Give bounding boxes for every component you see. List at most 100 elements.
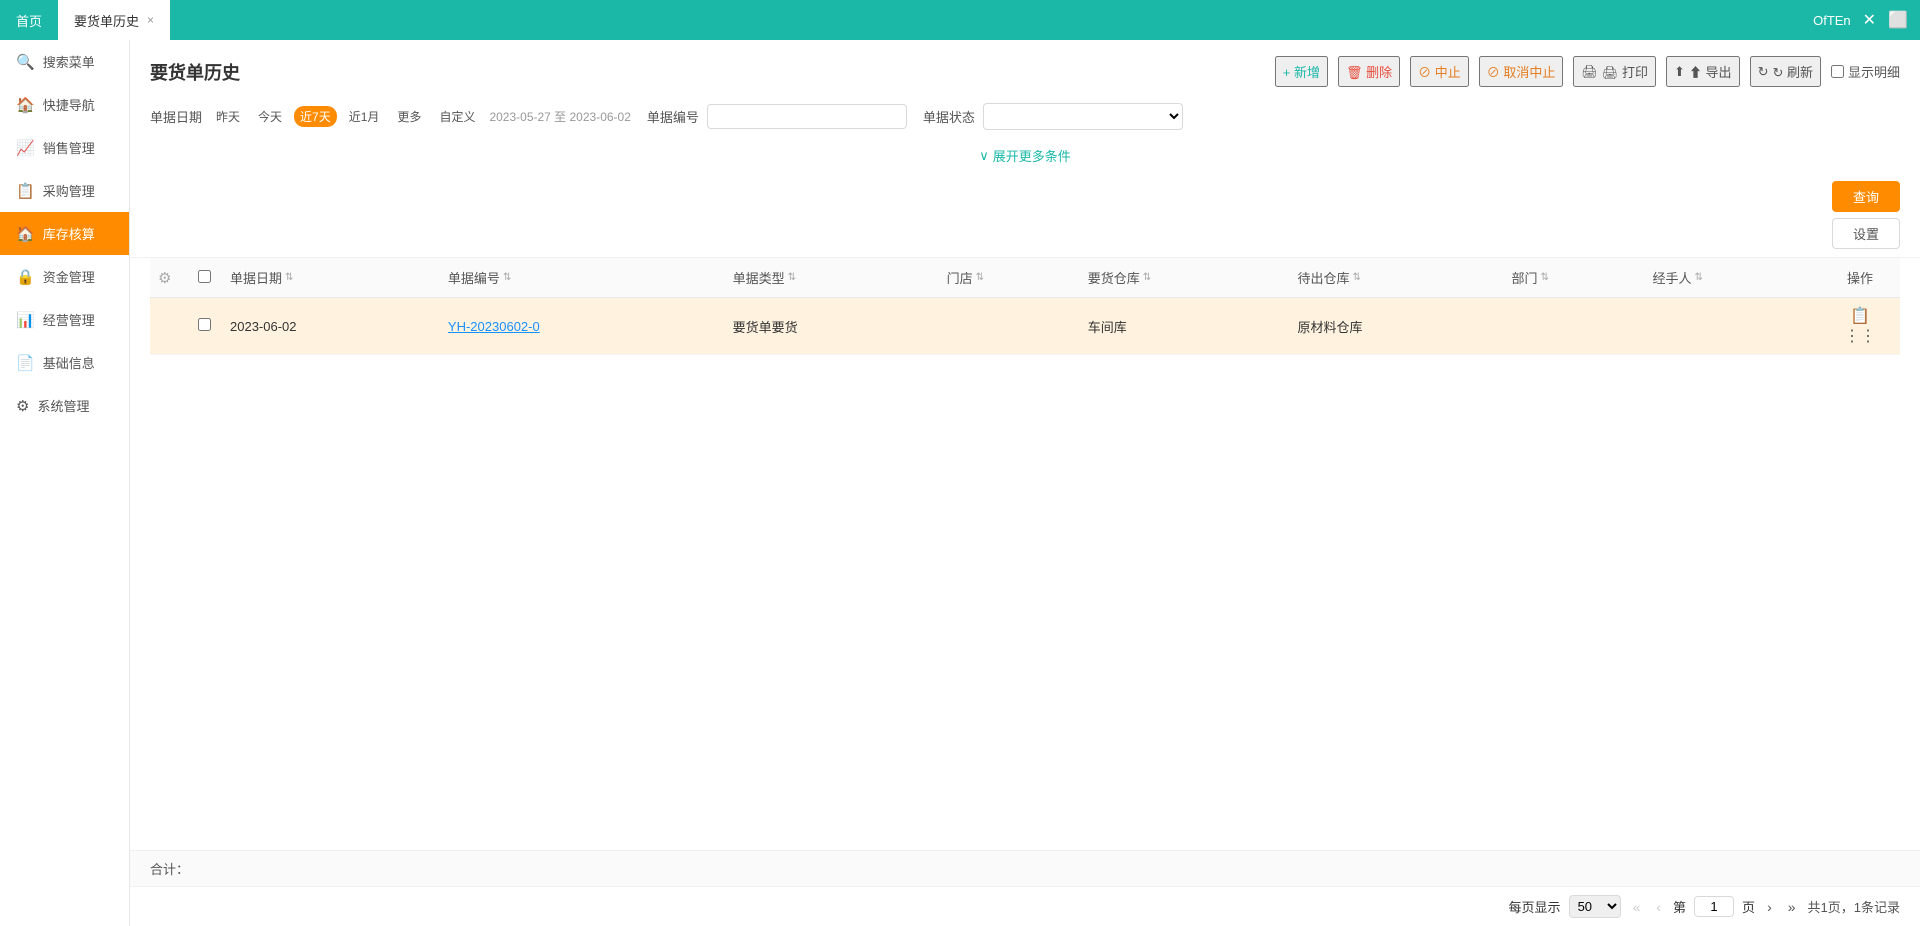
- sort-docno[interactable]: 单据编号 ⇅: [448, 268, 511, 287]
- sort-doctype[interactable]: 单据类型 ⇅: [733, 268, 796, 287]
- td-checkbox[interactable]: [186, 298, 222, 355]
- first-page-btn[interactable]: «: [1629, 897, 1645, 917]
- sidebar-item-system[interactable]: ⚙ 系统管理: [0, 384, 129, 427]
- export-icon: ⬆: [1674, 64, 1685, 80]
- page-prefix-label: 第: [1673, 897, 1686, 916]
- td-pendwarehouse: 原材料仓库: [1289, 298, 1503, 355]
- sort-dept[interactable]: 部门 ⇅: [1511, 268, 1548, 287]
- shortcut-7days[interactable]: 近7天: [294, 106, 337, 127]
- th-dept-label: 部门: [1511, 268, 1537, 287]
- sidebar-item-inventory[interactable]: 🏠 库存核算: [0, 212, 129, 255]
- sidebar-item-operations[interactable]: 📊 经营管理: [0, 298, 129, 341]
- shortcut-yesterday[interactable]: 昨天: [210, 106, 246, 127]
- current-page-input[interactable]: [1694, 896, 1734, 917]
- th-ops-label: 操作: [1847, 271, 1873, 286]
- maximize-icon[interactable]: ⬜: [1888, 10, 1908, 30]
- stop-button[interactable]: ⊘ 中止: [1410, 56, 1469, 87]
- sidebar: 🔍 搜索菜单 🏠 快捷导航 📈 销售管理 📋 采购管理 🏠 库存核算 🔒 资金管…: [0, 40, 130, 926]
- tab-close-btn[interactable]: ×: [147, 13, 154, 27]
- status-select[interactable]: [983, 103, 1183, 130]
- th-store-label: 门店: [947, 268, 973, 287]
- table-header-row: ⚙ 单据日期 ⇅ 单据编号: [150, 258, 1900, 298]
- sidebar-item-nav[interactable]: 🏠 快捷导航: [0, 83, 129, 126]
- docno-input[interactable]: [707, 104, 907, 129]
- shortcut-more[interactable]: 更多: [391, 106, 427, 127]
- top-bar-right: OfTEn ✕ ⬜: [1813, 10, 1920, 30]
- prev-page-btn[interactable]: ‹: [1652, 897, 1665, 917]
- export-button[interactable]: ⬆ ⬆ 导出: [1666, 56, 1740, 87]
- table-body: 2023-06-02 YH-20230602-0 要货单要货 车间库 原材料仓库…: [150, 298, 1900, 355]
- th-doctype-label: 单据类型: [733, 268, 785, 287]
- display-detail-toggle[interactable]: 显示明细: [1831, 62, 1900, 81]
- display-detail-label: 显示明细: [1848, 62, 1900, 81]
- page-header: 要货单历史 + 新增 🗑 删除 ⊘ 中止 ⊘ 取消中止 🖨 🖨 打印 ⬆ ⬆ 导…: [130, 40, 1920, 95]
- chevron-down-icon: ∨: [979, 148, 989, 164]
- td-settings: [150, 298, 186, 355]
- sort-reqwarehouse[interactable]: 要货仓库 ⇅: [1088, 268, 1151, 287]
- docno-label: 单据编号: [647, 107, 699, 126]
- last-page-btn[interactable]: »: [1784, 897, 1800, 917]
- sidebar-item-operations-label: 经营管理: [43, 310, 95, 329]
- purchase-icon: 📋: [16, 182, 35, 200]
- sales-icon: 📈: [16, 139, 35, 157]
- expand-more-btn[interactable]: ∨ 展开更多条件: [979, 146, 1071, 165]
- docno-link[interactable]: YH-20230602-0: [448, 319, 540, 334]
- table-container: ⚙ 单据日期 ⇅ 单据编号: [130, 258, 1920, 850]
- tab-home-label: 首页: [16, 11, 42, 30]
- query-button[interactable]: 查询: [1832, 181, 1900, 212]
- th-handler-label: 经手人: [1653, 268, 1692, 287]
- sort-dept-icon: ⇅: [1540, 272, 1548, 283]
- add-button[interactable]: + 新增: [1275, 56, 1328, 87]
- shortcut-today[interactable]: 今天: [252, 106, 288, 127]
- sort-docno-icon: ⇅: [503, 272, 511, 283]
- date-filter-group: 单据日期 昨天 今天 近7天 近1月 更多 自定义 2023-05-27 至 2…: [150, 106, 631, 127]
- shortcut-1month[interactable]: 近1月: [343, 106, 386, 127]
- sidebar-item-basic[interactable]: 📄 基础信息: [0, 341, 129, 384]
- print-button[interactable]: 🖨 🖨 打印: [1573, 56, 1656, 87]
- operations-icon: 📊: [16, 311, 35, 329]
- row-checkbox[interactable]: [198, 318, 211, 331]
- print-icon: 🖨: [1581, 64, 1598, 80]
- th-pendwarehouse: 待出仓库 ⇅: [1289, 258, 1503, 298]
- sidebar-item-search[interactable]: 🔍 搜索菜单: [0, 40, 129, 83]
- sort-pendwarehouse[interactable]: 待出仓库 ⇅: [1297, 268, 1360, 287]
- shortcut-custom[interactable]: 自定义: [433, 106, 481, 127]
- sort-reqwarehouse-icon: ⇅: [1143, 272, 1151, 283]
- page-title: 要货单历史: [150, 59, 240, 85]
- cancel-stop-button[interactable]: ⊘ 取消中止: [1479, 56, 1564, 87]
- tab-active-label: 要货单历史: [74, 11, 139, 30]
- sidebar-item-finance[interactable]: 🔒 资金管理: [0, 255, 129, 298]
- settings-button[interactable]: 设置: [1832, 218, 1900, 249]
- footer-summary: 合计：: [130, 850, 1920, 886]
- close-window-icon[interactable]: ✕: [1863, 10, 1876, 30]
- sidebar-item-sales-label: 销售管理: [43, 138, 95, 157]
- search-icon: 🔍: [16, 53, 35, 71]
- next-page-btn[interactable]: ›: [1763, 897, 1776, 917]
- row-edit-btn[interactable]: 📋: [1847, 308, 1873, 325]
- per-page-select[interactable]: 50 100 200: [1569, 895, 1621, 918]
- total-info: 共1页，1条记录: [1808, 897, 1900, 916]
- column-settings-button[interactable]: ⚙: [158, 269, 171, 287]
- nav-icon: 🏠: [16, 96, 35, 114]
- tab-active[interactable]: 要货单历史 ×: [58, 0, 170, 40]
- sidebar-item-purchase-label: 采购管理: [43, 181, 95, 200]
- sort-handler[interactable]: 经手人 ⇅: [1653, 268, 1703, 287]
- pagination: 每页显示 50 100 200 « ‹ 第 页 › » 共1页，1条记录: [130, 886, 1920, 926]
- sidebar-item-finance-label: 资金管理: [43, 267, 95, 286]
- refresh-button[interactable]: ↻ ↻ 刷新: [1750, 56, 1821, 87]
- sidebar-item-sales[interactable]: 📈 销售管理: [0, 126, 129, 169]
- delete-button[interactable]: 🗑 删除: [1338, 56, 1400, 87]
- display-detail-checkbox[interactable]: [1831, 65, 1844, 78]
- tab-home[interactable]: 首页: [0, 0, 58, 40]
- sort-store[interactable]: 门店 ⇅: [947, 268, 984, 287]
- content-area: 要货单历史 + 新增 🗑 删除 ⊘ 中止 ⊘ 取消中止 🖨 🖨 打印 ⬆ ⬆ 导…: [130, 40, 1920, 926]
- select-all-checkbox[interactable]: [198, 270, 211, 283]
- date-range-display: 2023-05-27 至 2023-06-02: [489, 108, 630, 125]
- th-date: 单据日期 ⇅: [222, 258, 440, 298]
- sidebar-item-purchase[interactable]: 📋 采购管理: [0, 169, 129, 212]
- td-docno[interactable]: YH-20230602-0: [440, 298, 725, 355]
- row-more-btn[interactable]: ⋮⋮: [1841, 328, 1879, 345]
- sort-date[interactable]: 单据日期 ⇅: [230, 268, 293, 287]
- summary-label: 合计：: [150, 862, 189, 877]
- th-date-label: 单据日期: [230, 268, 282, 287]
